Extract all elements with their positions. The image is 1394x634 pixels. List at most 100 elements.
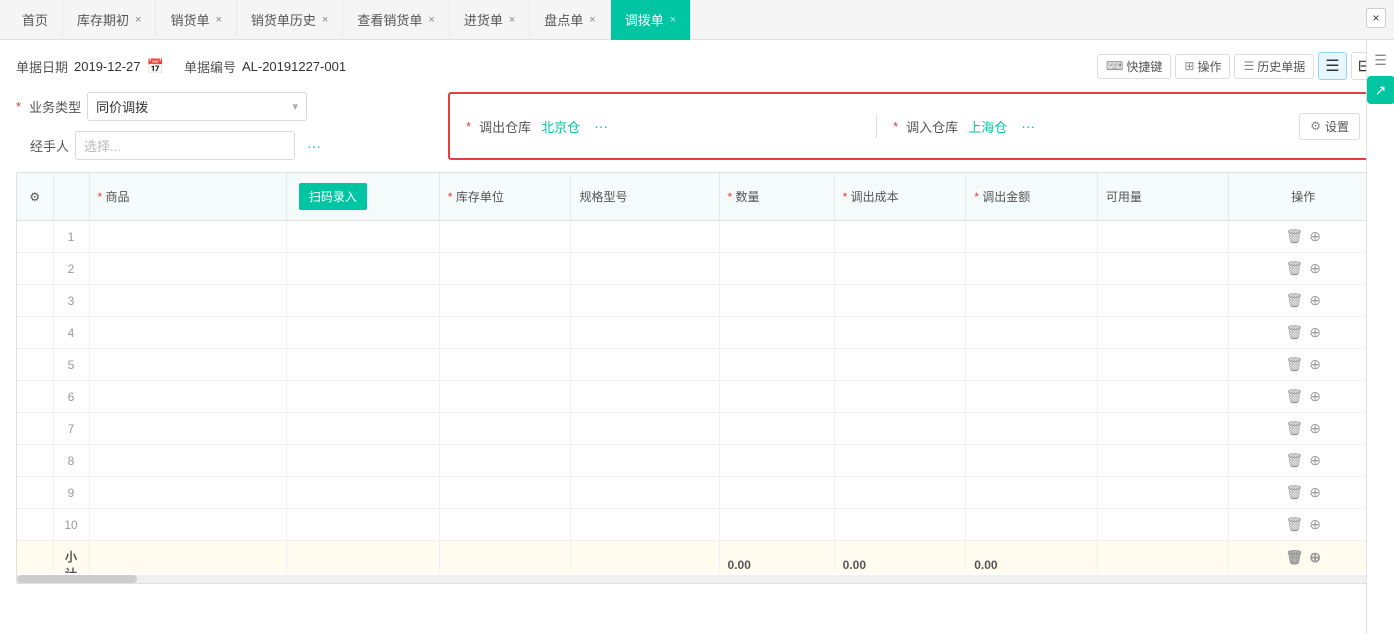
row-amount[interactable] [966,445,1098,477]
row-spec[interactable] [571,349,719,381]
delete-row-icon[interactable]: 🗑 [1285,324,1303,341]
row-spec[interactable] [571,381,719,413]
row-unit[interactable] [439,349,571,381]
delete-row-icon[interactable]: 🗑 [1285,292,1303,309]
row-qty[interactable] [719,285,834,317]
row-amount[interactable] [966,317,1098,349]
row-product[interactable] [89,413,286,445]
layout-list-button[interactable]: ☰ [1318,52,1346,80]
row-unit[interactable] [439,253,571,285]
row-unit[interactable] [439,221,571,253]
row-amount[interactable] [966,285,1098,317]
copy-row-icon[interactable]: ⊕ [1309,388,1321,405]
tab-close-initial-stock[interactable]: × [135,14,141,26]
row-unit[interactable] [439,445,571,477]
delete-row-icon[interactable]: 🗑 [1285,388,1303,405]
row-unit[interactable] [439,381,571,413]
row-cost[interactable] [834,413,966,445]
copy-row-icon[interactable]: ⊕ [1309,484,1321,501]
tab-close-sales-order[interactable]: × [215,14,221,26]
row-unit[interactable] [439,413,571,445]
sidebar-list-icon[interactable]: ☰ [1369,48,1393,72]
row-cost[interactable] [834,381,966,413]
row-unit[interactable] [439,285,571,317]
row-spec[interactable] [571,253,719,285]
th-settings[interactable]: ⚙ [17,173,53,221]
copy-row-icon[interactable]: ⊕ [1309,292,1321,309]
tab-purchase-order[interactable]: 进货单 × [450,0,530,40]
delete-row-icon[interactable]: 🗑 [1285,356,1303,373]
tab-initial-stock[interactable]: 库存期初 × [63,0,156,40]
scan-button[interactable]: 扫码录入 [299,183,367,210]
history-button[interactable]: ☰ 历史单据 [1234,54,1314,79]
transfer-in-more-icon[interactable]: ··· [1021,118,1035,134]
copy-row-icon[interactable]: ⊕ [1309,516,1321,533]
tab-stocktake[interactable]: 盘点单 × [530,0,610,40]
transfer-out-more-icon[interactable]: ··· [594,118,608,134]
tab-close-sales-history[interactable]: × [322,14,328,26]
delete-row-icon[interactable]: 🗑 [1285,420,1303,437]
row-cost[interactable] [834,509,966,541]
row-product[interactable] [89,253,286,285]
tab-sales-order[interactable]: 销货单 × [156,0,236,40]
delete-row-icon[interactable]: 🗑 [1285,516,1303,533]
row-spec[interactable] [571,285,719,317]
tab-home[interactable]: 首页 [8,0,63,40]
row-amount[interactable] [966,349,1098,381]
th-scan[interactable]: 扫码录入 [286,173,439,221]
row-amount[interactable] [966,509,1098,541]
subtotal-delete-icon[interactable]: 🗑 [1285,549,1303,566]
row-cost[interactable] [834,221,966,253]
row-cost[interactable] [834,349,966,381]
shortcuts-button[interactable]: ⌨ 快捷键 [1097,54,1171,79]
row-spec[interactable] [571,509,719,541]
row-unit[interactable] [439,509,571,541]
row-spec[interactable] [571,477,719,509]
operations-button[interactable]: ⊞ 操作 [1175,54,1230,79]
row-qty[interactable] [719,381,834,413]
copy-row-icon[interactable]: ⊕ [1309,356,1321,373]
row-amount[interactable] [966,253,1098,285]
handler-select[interactable]: 选择... [75,131,295,160]
handler-more-icon[interactable]: ··· [307,138,321,154]
row-spec[interactable] [571,413,719,445]
row-unit[interactable] [439,477,571,509]
row-product[interactable] [89,221,286,253]
horizontal-scrollbar[interactable] [17,575,1377,583]
row-qty[interactable] [719,253,834,285]
row-cost[interactable] [834,317,966,349]
table-container[interactable]: ⚙ * 商品 扫码录入 * 库存单位 [17,173,1377,573]
delete-row-icon[interactable]: 🗑 [1285,228,1303,245]
row-cost[interactable] [834,477,966,509]
copy-row-icon[interactable]: ⊕ [1309,260,1321,277]
row-product[interactable] [89,349,286,381]
row-spec[interactable] [571,317,719,349]
subtotal-copy-icon[interactable]: ⊕ [1309,549,1321,566]
tab-close-stocktake[interactable]: × [589,14,595,26]
row-cost[interactable] [834,445,966,477]
row-cost[interactable] [834,253,966,285]
row-amount[interactable] [966,221,1098,253]
tab-sales-history[interactable]: 销货单历史 × [237,0,343,40]
delete-row-icon[interactable]: 🗑 [1285,484,1303,501]
row-amount[interactable] [966,477,1098,509]
row-product[interactable] [89,445,286,477]
tab-close-view-sales[interactable]: × [428,14,434,26]
row-qty[interactable] [719,221,834,253]
settings-button[interactable]: ⚙ 设置 [1299,113,1360,140]
row-cost[interactable] [834,285,966,317]
window-close-button[interactable]: × [1366,8,1386,28]
row-qty[interactable] [719,317,834,349]
copy-row-icon[interactable]: ⊕ [1309,452,1321,469]
business-type-select[interactable]: 同价调拨 ▾ [87,92,307,121]
copy-row-icon[interactable]: ⊕ [1309,324,1321,341]
copy-row-icon[interactable]: ⊕ [1309,228,1321,245]
tab-close-transfer[interactable]: × [670,14,676,26]
delete-row-icon[interactable]: 🗑 [1285,452,1303,469]
tab-view-sales[interactable]: 查看销货单 × [343,0,449,40]
row-product[interactable] [89,317,286,349]
row-qty[interactable] [719,509,834,541]
row-spec[interactable] [571,445,719,477]
tab-transfer[interactable]: 调拨单 × [611,0,691,40]
row-qty[interactable] [719,349,834,381]
